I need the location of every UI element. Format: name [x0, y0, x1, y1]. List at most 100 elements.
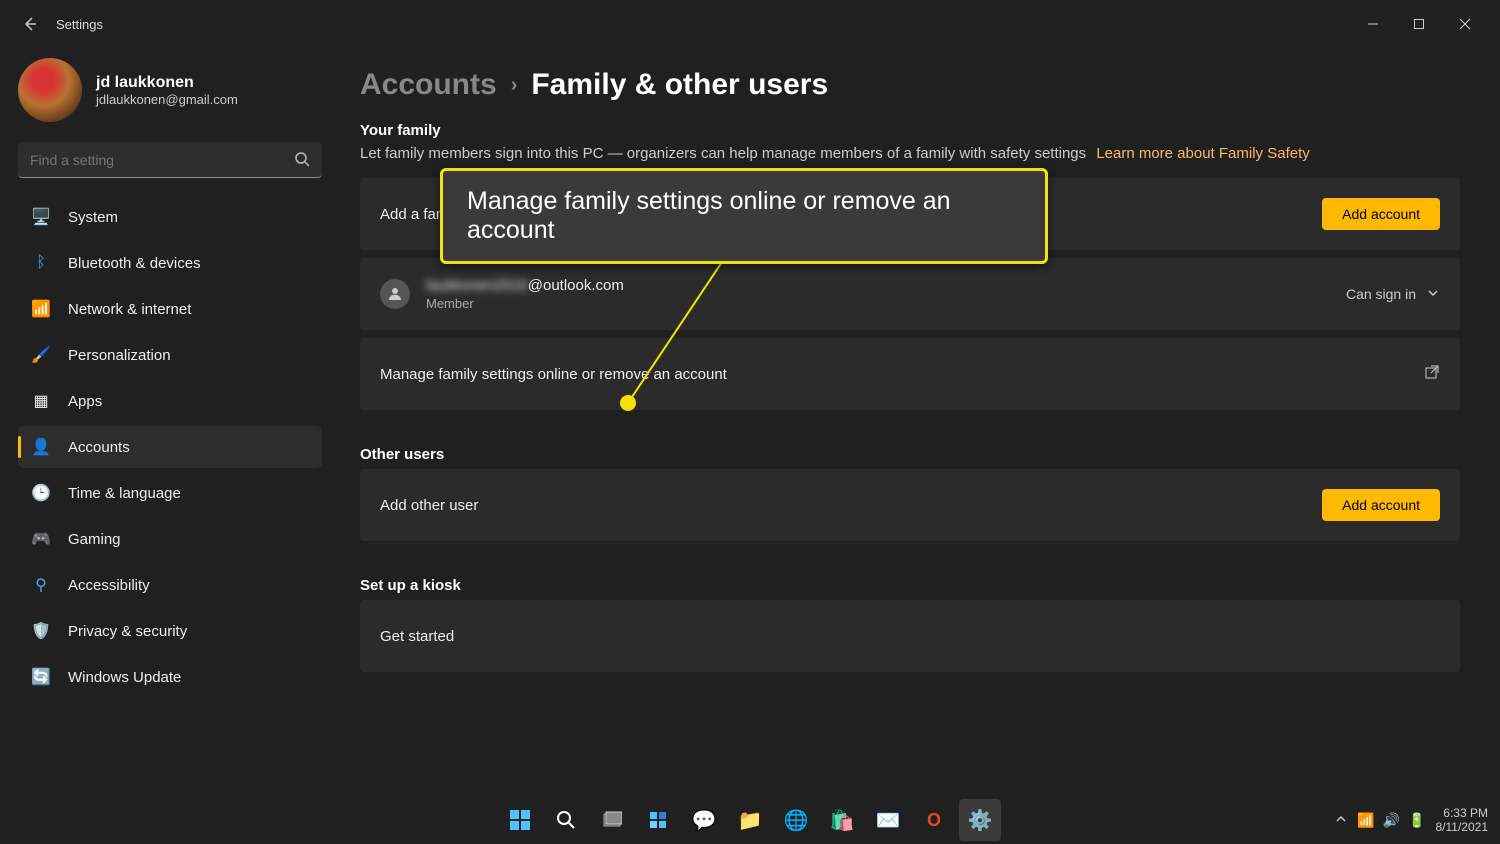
- system-icon: 🖥️: [30, 206, 52, 228]
- search-input[interactable]: [18, 142, 322, 178]
- nav-apps[interactable]: ▦ Apps: [18, 380, 322, 422]
- callout-text: Manage family settings online or remove …: [467, 187, 951, 244]
- volume-tray-icon[interactable]: 🔊: [1383, 812, 1400, 829]
- add-other-user-label: Add other user: [380, 497, 1322, 514]
- clock[interactable]: 6:33 PM 8/11/2021: [1436, 806, 1489, 835]
- nav-system[interactable]: 🖥️ System: [18, 196, 322, 238]
- shield-icon: 🛡️: [30, 620, 52, 642]
- close-button[interactable]: [1442, 8, 1488, 40]
- wifi-tray-icon[interactable]: 📶: [1357, 812, 1374, 829]
- battery-tray-icon[interactable]: 🔋: [1408, 812, 1425, 829]
- nav-accessibility[interactable]: ⚲ Accessibility: [18, 564, 322, 606]
- nav-label: Privacy & security: [68, 623, 187, 640]
- start-button[interactable]: [499, 799, 541, 841]
- manage-family-online-card[interactable]: Manage family settings online or remove …: [360, 338, 1460, 410]
- user-block[interactable]: jd laukkonen jdlaukkonen@gmail.com: [18, 58, 322, 122]
- person-icon: 👤: [30, 436, 52, 458]
- file-explorer[interactable]: 📁: [729, 799, 771, 841]
- family-member-row[interactable]: laukkonen2016@outlook.com Member Can sig…: [360, 258, 1460, 330]
- callout-dot: [620, 395, 636, 411]
- mail-app[interactable]: ✉️: [867, 799, 909, 841]
- clock-icon: 🕒: [30, 482, 52, 504]
- search-box: [18, 142, 322, 178]
- family-desc-text: Let family members sign into this PC — o…: [360, 145, 1086, 162]
- nav-label: Gaming: [68, 531, 121, 548]
- accessibility-icon: ⚲: [30, 574, 52, 596]
- add-other-user-card: Add other user Add account: [360, 469, 1460, 541]
- minimize-button[interactable]: [1350, 8, 1396, 40]
- avatar: [18, 58, 82, 122]
- chat-button[interactable]: 💬: [683, 799, 725, 841]
- titlebar: Settings: [0, 0, 1500, 48]
- breadcrumb-current: Family & other users: [531, 68, 828, 102]
- nav-bluetooth[interactable]: ᛒ Bluetooth & devices: [18, 242, 322, 284]
- widgets-button[interactable]: [637, 799, 679, 841]
- nav-gaming[interactable]: 🎮 Gaming: [18, 518, 322, 560]
- breadcrumb-separator: ›: [511, 74, 518, 97]
- nav-label: Apps: [68, 393, 102, 410]
- learn-more-link[interactable]: Learn more about Family Safety: [1096, 145, 1309, 162]
- nav-label: Bluetooth & devices: [68, 255, 201, 272]
- manage-family-online-label: Manage family settings online or remove …: [380, 366, 1424, 383]
- breadcrumb-parent[interactable]: Accounts: [360, 68, 497, 102]
- edge-browser[interactable]: 🌐: [775, 799, 817, 841]
- task-view[interactable]: [591, 799, 633, 841]
- clock-date: 8/11/2021: [1436, 820, 1489, 834]
- nav-label: Accounts: [68, 439, 130, 456]
- member-role: Member: [426, 296, 1346, 311]
- taskbar: 💬 📁 🌐 🛍️ ✉️ O ⚙️ 📶 🔊 🔋 6:33 PM 8/11/2021: [0, 796, 1500, 844]
- breadcrumb: Accounts › Family & other users: [360, 68, 1460, 102]
- add-other-account-button[interactable]: Add account: [1322, 489, 1440, 521]
- member-email-suffix: @outlook.com: [528, 277, 624, 294]
- nav-accounts[interactable]: 👤 Accounts: [18, 426, 322, 468]
- apps-icon: ▦: [30, 390, 52, 412]
- wifi-icon: 📶: [30, 298, 52, 320]
- update-icon: 🔄: [30, 666, 52, 688]
- maximize-button[interactable]: [1396, 8, 1442, 40]
- search-icon: [294, 151, 310, 172]
- signin-status-dropdown[interactable]: Can sign in: [1346, 286, 1440, 303]
- gamepad-icon: 🎮: [30, 528, 52, 550]
- nav-network[interactable]: 📶 Network & internet: [18, 288, 322, 330]
- callout-tooltip: Manage family settings online or remove …: [440, 168, 1048, 264]
- nav-privacy[interactable]: 🛡️ Privacy & security: [18, 610, 322, 652]
- member-email-masked: laukkonen2016: [426, 277, 528, 294]
- external-link-icon: [1424, 364, 1440, 385]
- nav-label: System: [68, 209, 118, 226]
- nav-label: Time & language: [68, 485, 181, 502]
- other-users-heading: Other users: [360, 446, 1460, 463]
- clock-time: 6:33 PM: [1436, 806, 1489, 820]
- nav-time[interactable]: 🕒 Time & language: [18, 472, 322, 514]
- nav-label: Accessibility: [68, 577, 150, 594]
- window-controls: [1350, 8, 1488, 40]
- signin-status-label: Can sign in: [1346, 286, 1416, 302]
- bluetooth-icon: ᛒ: [30, 252, 52, 274]
- nav-label: Windows Update: [68, 669, 181, 686]
- microsoft-store[interactable]: 🛍️: [821, 799, 863, 841]
- nav-label: Network & internet: [68, 301, 191, 318]
- nav-update[interactable]: 🔄 Windows Update: [18, 656, 322, 698]
- sidebar: jd laukkonen jdlaukkonen@gmail.com 🖥️ Sys…: [0, 48, 340, 796]
- member-avatar-icon: [380, 279, 410, 309]
- tray-overflow[interactable]: [1335, 813, 1347, 828]
- back-button[interactable]: [12, 6, 48, 42]
- kiosk-get-started-card[interactable]: Get started: [360, 600, 1460, 672]
- taskbar-center: 💬 📁 🌐 🛍️ ✉️ O ⚙️: [499, 799, 1001, 841]
- app-title: Settings: [56, 17, 103, 32]
- taskbar-search[interactable]: [545, 799, 587, 841]
- user-email: jdlaukkonen@gmail.com: [96, 92, 238, 107]
- office-app[interactable]: O: [913, 799, 955, 841]
- user-name: jd laukkonen: [96, 74, 238, 92]
- nav-list: 🖥️ System ᛒ Bluetooth & devices 📶 Network &…: [18, 196, 322, 698]
- member-info: laukkonen2016@outlook.com Member: [426, 277, 1346, 311]
- family-description: Let family members sign into this PC — o…: [360, 145, 1460, 162]
- add-family-account-button[interactable]: Add account: [1322, 198, 1440, 230]
- settings-app[interactable]: ⚙️: [959, 799, 1001, 841]
- system-tray: 📶 🔊 🔋 6:33 PM 8/11/2021: [1335, 806, 1488, 835]
- brush-icon: 🖌️: [30, 344, 52, 366]
- kiosk-heading: Set up a kiosk: [360, 577, 1460, 594]
- kiosk-get-started-label: Get started: [380, 628, 1440, 645]
- nav-label: Personalization: [68, 347, 171, 364]
- chevron-down-icon: [1426, 286, 1440, 303]
- nav-personalization[interactable]: 🖌️ Personalization: [18, 334, 322, 376]
